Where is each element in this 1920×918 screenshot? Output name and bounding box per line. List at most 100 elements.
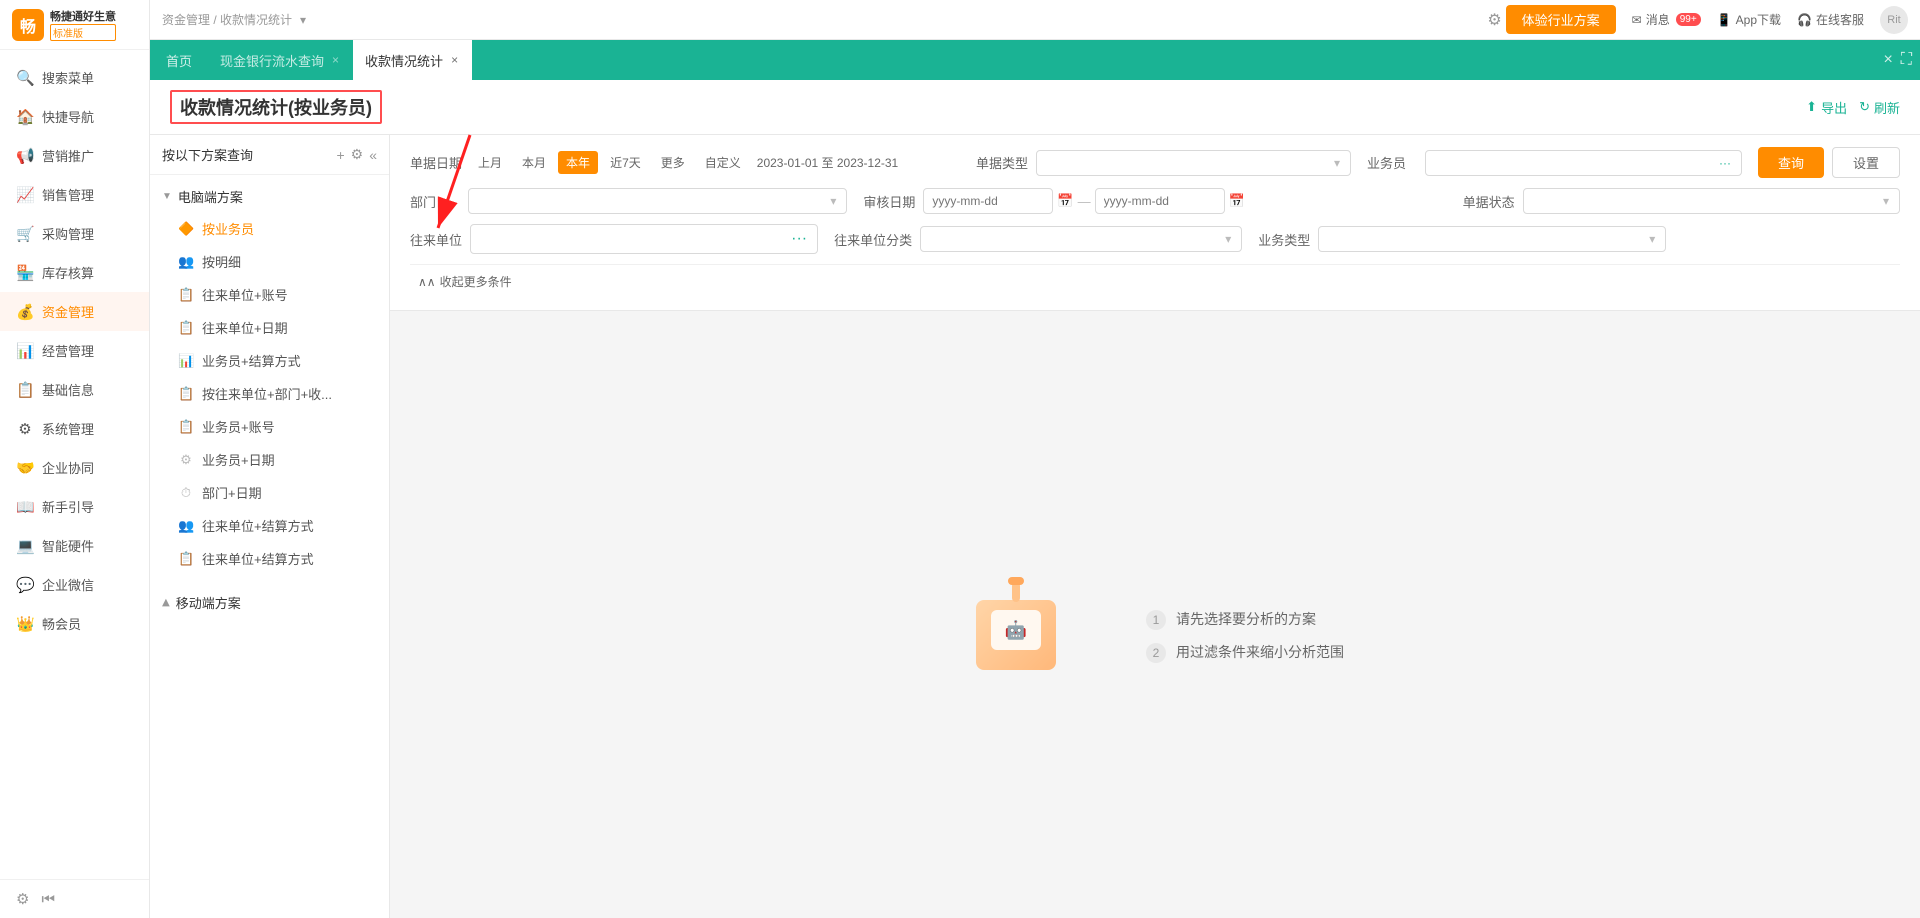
main-content: 收款情况统计(按业务员) ⬆ 导出 ↻ 刷新 按以下方案查询 + ⚙ «	[150, 80, 1920, 918]
tab-collection-stats[interactable]: 收款情况统计 ×	[353, 40, 472, 80]
sidebar-item-system[interactable]: ⚙ 系统管理	[0, 409, 149, 448]
voucher-type-label: 单据类型	[976, 153, 1028, 172]
scheme-item-staff-settle[interactable]: 📊 业务员+结算方式	[150, 344, 389, 377]
business-type-field: 业务类型 ▾	[1258, 226, 1666, 252]
audit-date-from-input[interactable]	[923, 188, 1053, 214]
user-avatar[interactable]: Rit	[1880, 6, 1908, 34]
scheme-item-unit-settle2-label: 往来单位+结算方式	[202, 549, 314, 568]
audit-date-field: 审核日期 📅 — 📅	[863, 188, 1446, 214]
scheme-item-staff-account[interactable]: 📋 业务员+账号	[150, 410, 389, 443]
refresh-button[interactable]: ↻ 刷新	[1859, 98, 1900, 117]
sidebar-item-purchase[interactable]: 🛒 采购管理	[0, 214, 149, 253]
sidebar-item-search[interactable]: 🔍 搜索菜单	[0, 58, 149, 97]
sidebar-item-search-label: 搜索菜单	[42, 68, 94, 87]
refresh-icon: ↻	[1859, 99, 1870, 115]
tab-maximize-button[interactable]: ⛶	[1901, 51, 1912, 69]
sidebar-item-finance-label: 资金管理	[42, 302, 94, 321]
scheme-item-unit-date[interactable]: 📋 往来单位+日期	[150, 311, 389, 344]
date-tab-last-month[interactable]: 上月	[470, 151, 510, 174]
scheme-panel-title: 按以下方案查询	[162, 145, 253, 164]
trial-button[interactable]: 体验行业方案	[1506, 5, 1616, 34]
tab-bank-flow-close[interactable]: ×	[330, 53, 341, 67]
app-download-label: App下载	[1736, 11, 1781, 28]
tab-collection-stats-close[interactable]: ×	[449, 53, 460, 67]
date-tab-this-year[interactable]: 本年	[558, 151, 598, 174]
dept-select[interactable]: ▾	[468, 188, 847, 214]
scheme-add-button[interactable]: +	[336, 147, 344, 163]
scheme-staff-settle-icon: 📊	[178, 353, 194, 369]
breadcrumb-chevron-icon[interactable]: ▾	[300, 13, 306, 27]
voucher-type-select[interactable]: ▾	[1036, 150, 1351, 176]
sidebar-item-operation[interactable]: 📊 经营管理	[0, 331, 149, 370]
scheme-collapse-button[interactable]: «	[369, 147, 377, 163]
export-button[interactable]: ⬆ 导出	[1806, 98, 1847, 117]
sidebar-settings-button[interactable]: ⚙	[16, 890, 29, 908]
date-tab-7days[interactable]: 近7天	[602, 151, 649, 174]
date-tab-this-month[interactable]: 本月	[514, 151, 554, 174]
sidebar-item-guide[interactable]: 📖 新手引导	[0, 487, 149, 526]
scheme-group-desktop-label: 电脑端方案	[178, 187, 243, 206]
user-initials: Rit	[1887, 14, 1900, 26]
sidebar-item-sales[interactable]: 📈 销售管理	[0, 175, 149, 214]
collapse-more-button[interactable]: ∧∧ 收起更多条件	[418, 273, 512, 290]
sidebar-item-marketing[interactable]: 📢 营销推广	[0, 136, 149, 175]
query-actions: 查询 设置	[1758, 147, 1900, 178]
date-tab-custom[interactable]: 自定义	[697, 151, 749, 174]
scheme-group-mobile-header[interactable]: ▶ 移动端方案	[150, 587, 389, 618]
query-filter: 单据日期 上月 本月 本年 近7天 更多 自定义 2023-01-01 至 20	[390, 135, 1920, 311]
tab-bank-flow[interactable]: 现金银行流水查询 ×	[208, 40, 353, 80]
counter-party-category-select[interactable]: ▾	[920, 226, 1242, 252]
app-download-button[interactable]: 📱 App下载	[1717, 11, 1781, 28]
settings-button[interactable]: 设置	[1832, 147, 1900, 178]
scheme-item-unit-settle1[interactable]: 👥 往来单位+结算方式	[150, 509, 389, 542]
logo-tag: 标准版	[50, 24, 116, 41]
sidebar-item-collab[interactable]: 🤝 企业协同	[0, 448, 149, 487]
query-row-3: 往来单位 ··· 往来单位分类 ▾ 业务类型	[410, 224, 1900, 254]
messages-button[interactable]: ✉ 消息 99+	[1632, 11, 1701, 28]
sidebar-collapse-button[interactable]: ⏮	[41, 891, 55, 908]
scheme-item-dept-date[interactable]: ⏱ 部门+日期	[150, 476, 389, 509]
scheme-item-detail[interactable]: 👥 按明细	[150, 245, 389, 278]
scheme-item-unit-account[interactable]: 📋 往来单位+账号	[150, 278, 389, 311]
scheme-item-by-staff-label: 按业务员	[202, 219, 254, 238]
scheme-group-mobile-label: 移动端方案	[176, 593, 241, 612]
scheme-item-by-staff[interactable]: 🔶 按业务员	[150, 212, 389, 245]
sidebar-item-finance[interactable]: 💰 资金管理	[0, 292, 149, 331]
scheme-panel: 按以下方案查询 + ⚙ « ▼ 电脑端方案 🔶 按业务员	[150, 135, 390, 918]
sidebar-item-inventory[interactable]: 🏪 库存核算	[0, 253, 149, 292]
staff-select[interactable]: ···	[1425, 150, 1742, 176]
tab-home[interactable]: 首页	[150, 40, 208, 80]
business-type-select[interactable]: ▾	[1318, 226, 1666, 252]
voucher-status-select[interactable]: ▾	[1523, 188, 1900, 214]
query-button[interactable]: 查询	[1758, 147, 1824, 178]
scheme-item-staff-date[interactable]: ⚙ 业务员+日期	[150, 443, 389, 476]
sidebar-item-wechat[interactable]: 💬 企业微信	[0, 565, 149, 604]
scheme-item-detail-label: 按明细	[202, 252, 241, 271]
date-tab-more[interactable]: 更多	[653, 151, 693, 174]
hint-num-1: 1	[1146, 610, 1166, 630]
counter-party-input[interactable]: ···	[470, 224, 818, 254]
scheme-group-desktop-header[interactable]: ▼ 电脑端方案	[150, 181, 389, 212]
hint-text-1: 请先选择要分析的方案	[1176, 609, 1316, 629]
sidebar-item-basic-label: 基础信息	[42, 380, 94, 399]
scheme-item-unit-dept[interactable]: 📋 按往来单位+部门+收...	[150, 377, 389, 410]
tab-close-all-button[interactable]: ×	[1883, 51, 1892, 69]
sidebar-item-nav-label: 快捷导航	[42, 107, 94, 126]
online-service-button[interactable]: 🎧 在线客服	[1797, 11, 1864, 28]
sidebar-item-nav[interactable]: 🏠 快捷导航	[0, 97, 149, 136]
sidebar-item-hardware[interactable]: 💻 智能硬件	[0, 526, 149, 565]
settings-gear-button[interactable]: ⚙	[1483, 6, 1505, 34]
scheme-settings-button[interactable]: ⚙	[351, 146, 364, 163]
calendar-from-icon[interactable]: 📅	[1057, 193, 1073, 209]
staff-label: 业务员	[1367, 153, 1417, 172]
scheme-item-unit-settle2[interactable]: 📋 往来单位+结算方式	[150, 542, 389, 575]
audit-date-to-input[interactable]	[1095, 188, 1225, 214]
sidebar-item-member[interactable]: 👑 畅会员	[0, 604, 149, 643]
sidebar-item-guide-label: 新手引导	[42, 497, 94, 516]
scheme-unit-dept-icon: 📋	[178, 386, 194, 402]
sidebar-item-basic[interactable]: 📋 基础信息	[0, 370, 149, 409]
audit-date-label: 审核日期	[863, 192, 915, 211]
dept-field: 部门 ▾	[410, 188, 847, 214]
scheme-staff-date-icon: ⚙	[178, 452, 194, 468]
calendar-to-icon[interactable]: 📅	[1229, 193, 1245, 209]
